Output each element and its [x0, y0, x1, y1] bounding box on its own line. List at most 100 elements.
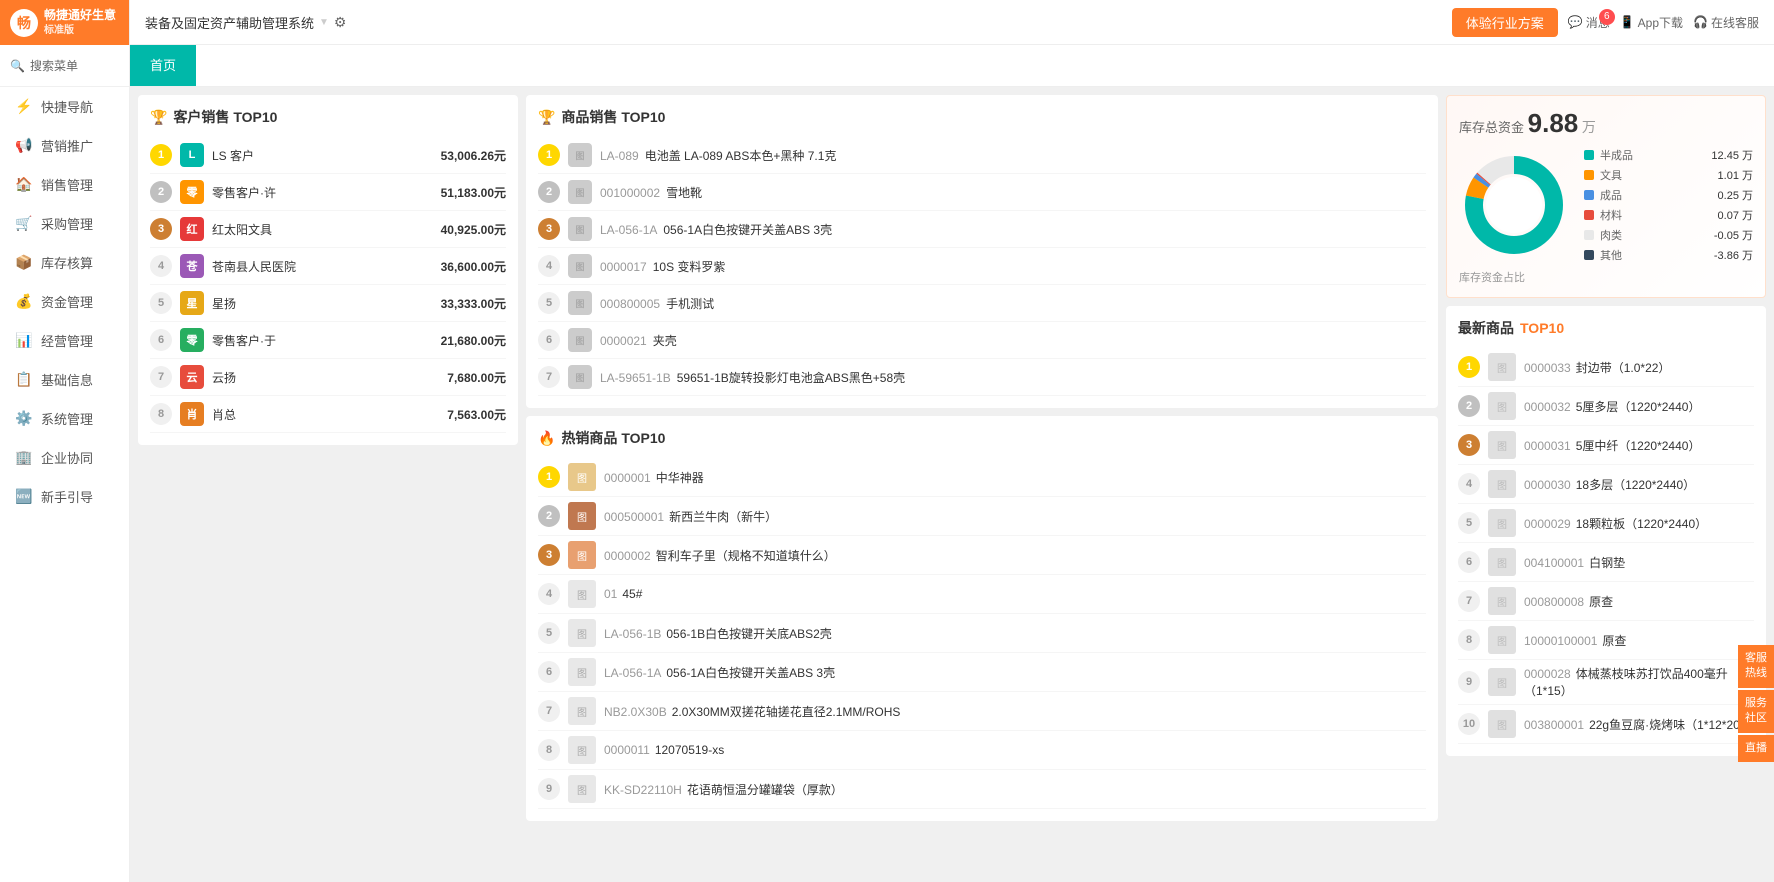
operation-icon: 📊	[15, 332, 33, 350]
sidebar-item-guide[interactable]: 🆕 新手引导	[0, 477, 129, 516]
sidebar-item-finance[interactable]: 💰 资金管理	[0, 282, 129, 321]
rank-number: 6	[538, 661, 560, 683]
float-btn-community[interactable]: 服务 社区	[1738, 690, 1774, 733]
rank-number: 3	[150, 218, 172, 240]
rank-item: 7 云 云扬 7,680.00元	[150, 359, 506, 396]
legend-value: -0.05 万	[1714, 227, 1753, 243]
hot-product-item: 9 图 KK-SD22110H花语萌恒温分罐罐袋（厚款）	[538, 770, 1426, 809]
rank-number: 7	[150, 366, 172, 388]
sidebar-item-basic[interactable]: 📋 基础信息	[0, 360, 129, 399]
hot-products-list: 1 图 0000001中华神器 2 图 000500001新西兰牛肉（新牛） 3…	[538, 458, 1426, 809]
product-info: 0000033封边带（1.0*22）	[1524, 359, 1754, 376]
product-info: 0000002智利车子里（规格不知道填什么）	[604, 547, 1426, 564]
product-info: 000800008原查	[1524, 593, 1754, 610]
sidebar-search-section[interactable]: 🔍 搜索菜单	[0, 45, 129, 87]
product-thumbnail: 图	[1488, 392, 1516, 420]
rank-number: 1	[1458, 356, 1480, 378]
product-rank-list: 1 图 LA-089电池盖 LA-089 ABS本色+黑种 7.1克 2 图 0…	[538, 137, 1426, 396]
product-info: 00380000122g鱼豆腐·烧烤味（1*12*20）	[1524, 716, 1754, 733]
rank-amount: 51,183.00元	[441, 184, 506, 201]
rank-avatar: 苍	[180, 254, 204, 278]
legend-value: 1.01 万	[1718, 167, 1753, 183]
sidebar-item-stock[interactable]: 📦 库存核算	[0, 243, 129, 282]
product-thumbnail: 图	[1488, 509, 1516, 537]
rank-avatar: 零	[180, 328, 204, 352]
product-info: KK-SD22110H花语萌恒温分罐罐袋（厚款）	[604, 781, 1426, 798]
rank-avatar: L	[180, 143, 204, 167]
float-btn-service[interactable]: 客服 热线	[1738, 645, 1774, 688]
legend-label: 半成品	[1600, 147, 1705, 163]
product-info: 004100001白钢垫	[1524, 554, 1754, 571]
left-column: 🏆 客户销售 TOP10 1 L LS 客户 53,006.26元 2 零 零售…	[138, 95, 518, 874]
message-icon: 💬	[1568, 15, 1583, 29]
sidebar-item-quick-nav[interactable]: ⚡ 快捷导航	[0, 87, 129, 126]
float-btn-live[interactable]: 直播	[1738, 735, 1774, 762]
search-menu-button[interactable]: 🔍 搜索菜单	[10, 53, 119, 78]
legend-item: 其他 -3.86 万	[1584, 247, 1753, 263]
rank-number: 2	[538, 505, 560, 527]
sidebar-item-company[interactable]: 🏢 企业协同	[0, 438, 129, 477]
headset-icon: 🎧	[1693, 15, 1708, 29]
product-rank-item: 4 图 000001710S 变料罗紫	[538, 248, 1426, 285]
product-info: LA-056-1B056-1B白色按键开关底ABS2壳	[604, 625, 1426, 642]
new-products-list: 1 图 0000033封边带（1.0*22） 2 图 00000325厘多层（1…	[1458, 348, 1754, 744]
legend-item: 半成品 12.45 万	[1584, 147, 1753, 163]
app-download-button[interactable]: 📱 App下载	[1620, 14, 1683, 31]
legend-dot	[1584, 230, 1594, 240]
sidebar: 畅 畅捷通好生意 标准版 🔍 搜索菜单 ⚡ 快捷导航 📢 营销推广 🏠 销售管理…	[0, 0, 130, 882]
dropdown-icon[interactable]: ▼	[319, 17, 329, 28]
right-column: 库存总资金 9.88 万	[1446, 95, 1766, 874]
product-ranking-title: 🏆 商品销售 TOP10	[538, 107, 1426, 127]
rank-name: LS 客户	[212, 147, 433, 164]
stock-legend: 半成品 12.45 万 文具 1.01 万 成品 0.25 万 材料 0.07 …	[1584, 147, 1753, 263]
rank-number: 8	[538, 739, 560, 761]
rank-avatar: 图	[568, 143, 592, 167]
mobile-icon: 📱	[1620, 15, 1635, 29]
product-thumbnail: 图	[1488, 587, 1516, 615]
quick-nav-icon: ⚡	[15, 98, 33, 116]
sidebar-item-sales[interactable]: 🏠 销售管理	[0, 165, 129, 204]
product-info: 001000002雪地靴	[600, 184, 1426, 201]
rank-avatar: 图	[568, 328, 592, 352]
legend-item: 文具 1.01 万	[1584, 167, 1753, 183]
rank-amount: 40,925.00元	[441, 221, 506, 238]
product-thumbnail: 图	[1488, 710, 1516, 738]
legend-dot	[1584, 210, 1594, 220]
product-info: 000001710S 变料罗紫	[600, 258, 1426, 275]
rank-number: 7	[538, 700, 560, 722]
online-service-button[interactable]: 🎧 在线客服	[1693, 14, 1759, 31]
product-thumbnail: 图	[1488, 431, 1516, 459]
trial-button[interactable]: 体验行业方案	[1452, 8, 1558, 37]
stock-total-label: 库存总资金 9.88 万	[1459, 108, 1753, 139]
product-thumbnail: 图	[1488, 668, 1516, 696]
system-icon: ⚙️	[15, 410, 33, 428]
settings-icon[interactable]: ⚙	[334, 14, 347, 31]
sidebar-item-operation[interactable]: 📊 经营管理	[0, 321, 129, 360]
rank-item: 8 肖 肖总 7,563.00元	[150, 396, 506, 433]
rank-number: 6	[1458, 551, 1480, 573]
float-buttons: 客服 热线 服务 社区 直播	[1738, 645, 1774, 762]
new-product-item: 5 图 000002918颗粒板（1220*2440）	[1458, 504, 1754, 543]
sidebar-item-purchase[interactable]: 🛒 采购管理	[0, 204, 129, 243]
product-thumbnail: 图	[568, 619, 596, 647]
rank-item: 1 L LS 客户 53,006.26元	[150, 137, 506, 174]
product-info: 000002918颗粒板（1220*2440）	[1524, 515, 1754, 532]
sidebar-logo: 畅 畅捷通好生意 标准版	[0, 0, 129, 45]
sidebar-item-marketing[interactable]: 📢 营销推广	[0, 126, 129, 165]
new-product-item: 8 图 10000100001原查	[1458, 621, 1754, 660]
logo-text: 畅捷通好生意 标准版	[44, 8, 116, 37]
legend-item: 成品 0.25 万	[1584, 187, 1753, 203]
message-button[interactable]: 💬 消息 6	[1568, 14, 1610, 31]
rank-number: 2	[538, 181, 560, 203]
rank-name: 苍南县人民医院	[212, 258, 433, 275]
rank-item: 3 红 红太阳文具 40,925.00元	[150, 211, 506, 248]
middle-column: 🏆 商品销售 TOP10 1 图 LA-089电池盖 LA-089 ABS本色+…	[526, 95, 1438, 874]
rank-number: 5	[538, 292, 560, 314]
customer-rank-list: 1 L LS 客户 53,006.26元 2 零 零售客户·许 51,183.0…	[150, 137, 506, 433]
rank-item: 5 星 星扬 33,333.00元	[150, 285, 506, 322]
sidebar-item-system[interactable]: ⚙️ 系统管理	[0, 399, 129, 438]
rank-number: 7	[1458, 590, 1480, 612]
trophy-icon-2: 🏆	[538, 109, 555, 126]
tab-home[interactable]: 首页	[130, 45, 196, 86]
hot-product-item: 5 图 LA-056-1B056-1B白色按键开关底ABS2壳	[538, 614, 1426, 653]
